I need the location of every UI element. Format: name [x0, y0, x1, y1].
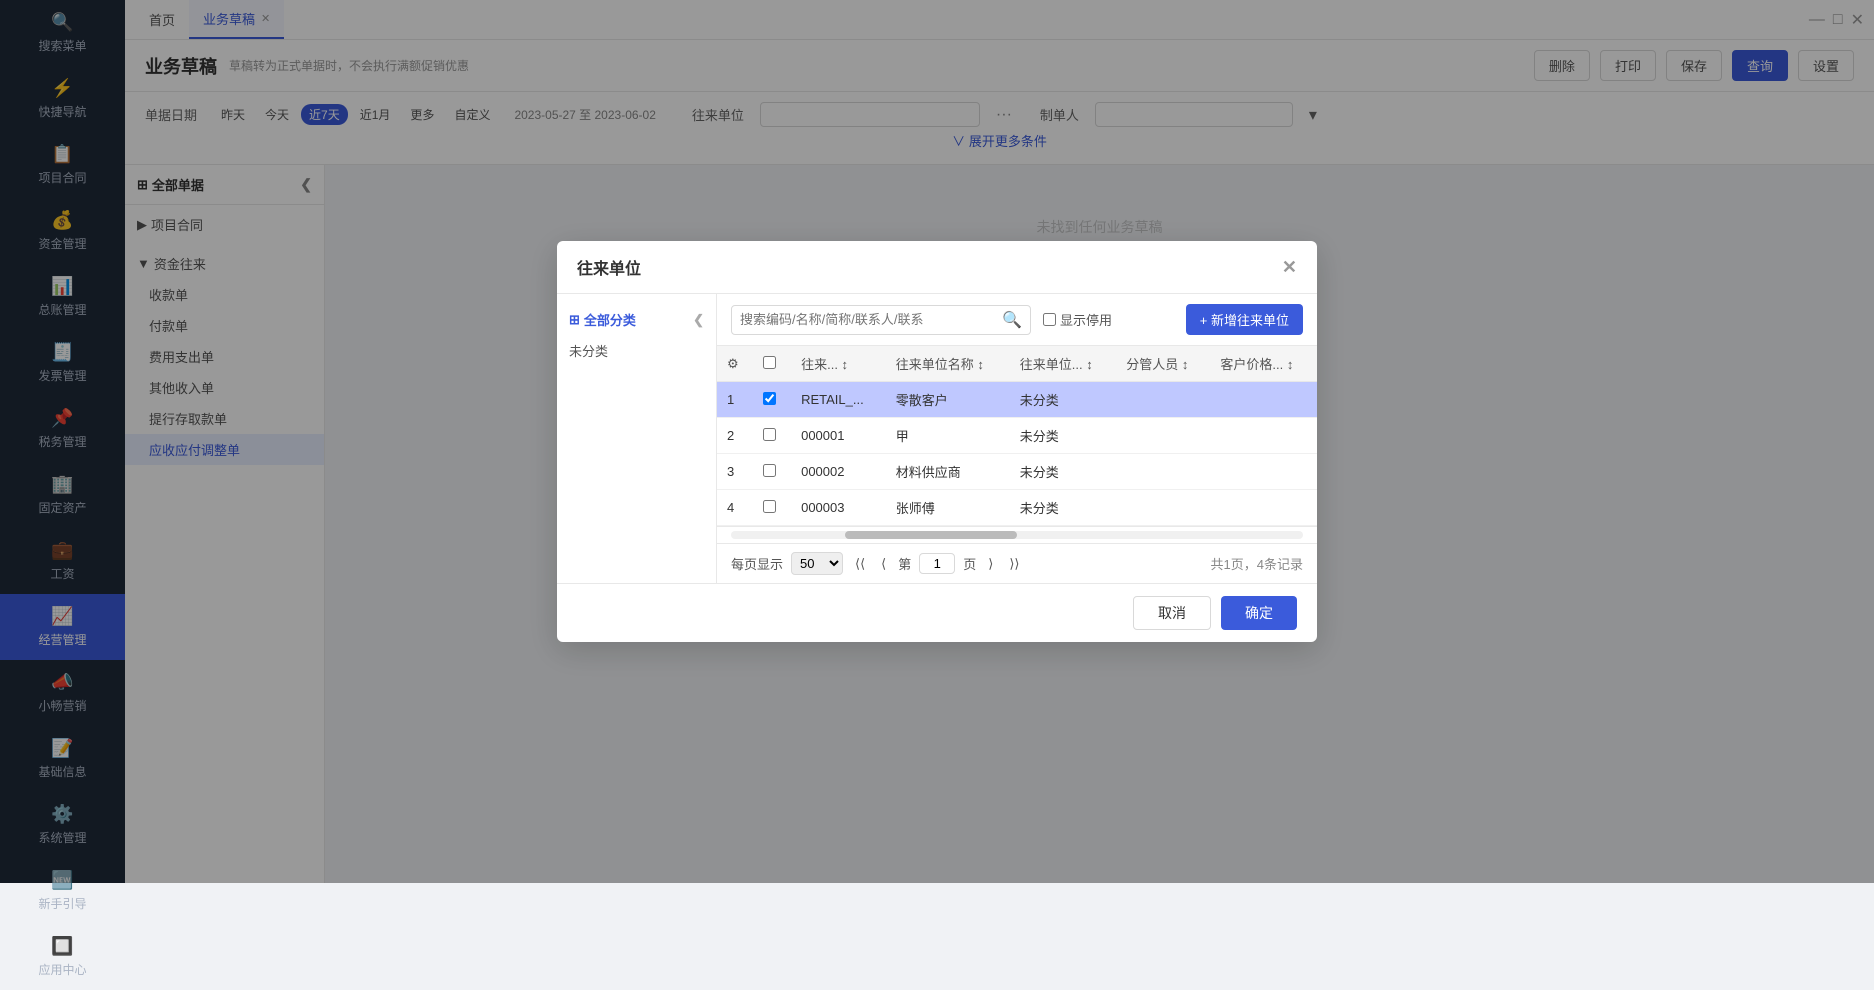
collapse-left-icon[interactable]: ❮: [693, 312, 704, 328]
cell-no: 2: [717, 418, 753, 454]
cell-price: [1210, 418, 1317, 454]
cell-category: 未分类: [1010, 490, 1117, 526]
page-first-btn[interactable]: ⟨⟨: [851, 554, 869, 574]
dialog-close-button[interactable]: ✕: [1282, 257, 1297, 278]
table-row[interactable]: 1 RETAIL_... 零散客户 未分类: [717, 382, 1317, 418]
col-settings: ⚙: [717, 346, 753, 382]
add-partner-button[interactable]: + 新增往来单位: [1186, 304, 1303, 335]
dialog-overlay: 往来单位 ✕ ⊞ 全部分类 ❮ 未分类 🔍: [0, 0, 1874, 883]
dialog-left-panel: ⊞ 全部分类 ❮ 未分类: [557, 294, 717, 583]
sort-icon: ↕: [1182, 357, 1189, 372]
dialog-title: 往来单位: [577, 255, 641, 279]
search-icon: 🔍: [1002, 310, 1022, 330]
cancel-button[interactable]: 取消: [1133, 596, 1211, 630]
cell-no: 4: [717, 490, 753, 526]
col-manager[interactable]: 分管人员 ↕: [1116, 346, 1210, 382]
cell-no: 1: [717, 382, 753, 418]
dialog-header: 往来单位 ✕: [557, 241, 1317, 294]
cell-code: 000002: [791, 454, 886, 490]
cell-name: 张师傅: [886, 490, 1010, 526]
cell-price: [1210, 454, 1317, 490]
partners-table: ⚙ 往来... ↕ 往来单位名称 ↕ 往来单位... ↕ 分管人员 ↕ 客户价格…: [717, 346, 1317, 526]
page-prev-btn[interactable]: ⟨: [877, 554, 890, 574]
cell-checkbox[interactable]: [753, 382, 791, 418]
dialog-footer: 取消 确定: [557, 583, 1317, 642]
sidebar-item-app-center[interactable]: 🔲 应用中心: [0, 924, 125, 990]
show-disabled-label[interactable]: 显示停用: [1043, 310, 1112, 329]
col-category[interactable]: 往来单位... ↕: [1010, 346, 1117, 382]
cell-checkbox[interactable]: [753, 418, 791, 454]
total-info: 共1页，4条记录: [1211, 554, 1303, 573]
show-disabled-checkbox[interactable]: [1043, 313, 1056, 326]
sidebar-item-label: 新手引导: [38, 895, 86, 912]
cell-manager: [1116, 418, 1210, 454]
search-box: 🔍: [731, 305, 1031, 335]
table-row[interactable]: 2 000001 甲 未分类: [717, 418, 1317, 454]
col-name[interactable]: 往来单位名称 ↕: [886, 346, 1010, 382]
cell-checkbox[interactable]: [753, 454, 791, 490]
cell-manager: [1116, 454, 1210, 490]
sort-icon: ↕: [977, 357, 984, 372]
scroll-track: [731, 531, 1303, 539]
cell-name: 材料供应商: [886, 454, 1010, 490]
col-checkbox: [753, 346, 791, 382]
cell-name: 甲: [886, 418, 1010, 454]
select-all-checkbox[interactable]: [763, 356, 776, 369]
col-price[interactable]: 客户价格... ↕: [1210, 346, 1317, 382]
cell-code: RETAIL_...: [791, 382, 886, 418]
dialog-table: ⚙ 往来... ↕ 往来单位名称 ↕ 往来单位... ↕ 分管人员 ↕ 客户价格…: [717, 346, 1317, 526]
sort-icon: ↕: [1086, 357, 1093, 372]
gear-icon[interactable]: ⚙: [727, 356, 739, 371]
cell-checkbox[interactable]: [753, 490, 791, 526]
dialog-toolbar: 🔍 显示停用 + 新增往来单位: [717, 294, 1317, 346]
dialog-left-uncategorized[interactable]: 未分类: [557, 335, 716, 366]
page-last-btn[interactable]: ⟩⟩: [1005, 554, 1023, 574]
sort-icon: ↕: [1287, 357, 1294, 372]
sidebar-item-label: 应用中心: [38, 961, 86, 978]
cell-code: 000003: [791, 490, 886, 526]
page-unit-label: 页: [963, 554, 976, 573]
cell-price: [1210, 490, 1317, 526]
dialog-left-all-category[interactable]: ⊞ 全部分类 ❮: [557, 304, 716, 335]
table-header-row: ⚙ 往来... ↕ 往来单位名称 ↕ 往来单位... ↕ 分管人员 ↕ 客户价格…: [717, 346, 1317, 382]
table-row[interactable]: 3 000002 材料供应商 未分类: [717, 454, 1317, 490]
cell-code: 000001: [791, 418, 886, 454]
cell-category: 未分类: [1010, 418, 1117, 454]
cell-manager: [1116, 490, 1210, 526]
dialog-body: ⊞ 全部分类 ❮ 未分类 🔍 显示停用: [557, 294, 1317, 583]
page-input[interactable]: [919, 553, 955, 574]
cell-name: 零散客户: [886, 382, 1010, 418]
cell-manager: [1116, 382, 1210, 418]
partner-dialog: 往来单位 ✕ ⊞ 全部分类 ❮ 未分类 🔍: [557, 241, 1317, 642]
dialog-right-panel: 🔍 显示停用 + 新增往来单位 ⚙: [717, 294, 1317, 583]
col-code[interactable]: 往来... ↕: [791, 346, 886, 382]
page-no-label: 第: [898, 554, 911, 573]
app-center-icon: 🔲: [51, 936, 73, 957]
scroll-thumb[interactable]: [845, 531, 1017, 539]
page-size-label: 每页显示: [731, 554, 783, 573]
cell-category: 未分类: [1010, 382, 1117, 418]
confirm-button[interactable]: 确定: [1221, 596, 1297, 630]
grid-icon-dialog: ⊞: [569, 312, 580, 328]
dialog-pagination: 每页显示 50 100 ⟨⟨ ⟨ 第 页 ⟩ ⟩⟩ 共1页，4条记录: [717, 543, 1317, 583]
sort-icon: ↕: [842, 357, 849, 372]
page-size-select[interactable]: 50 100: [791, 552, 843, 575]
cell-no: 3: [717, 454, 753, 490]
page-next-btn[interactable]: ⟩: [984, 554, 997, 574]
cell-category: 未分类: [1010, 454, 1117, 490]
dialog-scrollbar[interactable]: [717, 526, 1317, 543]
cell-price: [1210, 382, 1317, 418]
table-row[interactable]: 4 000003 张师傅 未分类: [717, 490, 1317, 526]
search-input[interactable]: [740, 312, 1002, 327]
